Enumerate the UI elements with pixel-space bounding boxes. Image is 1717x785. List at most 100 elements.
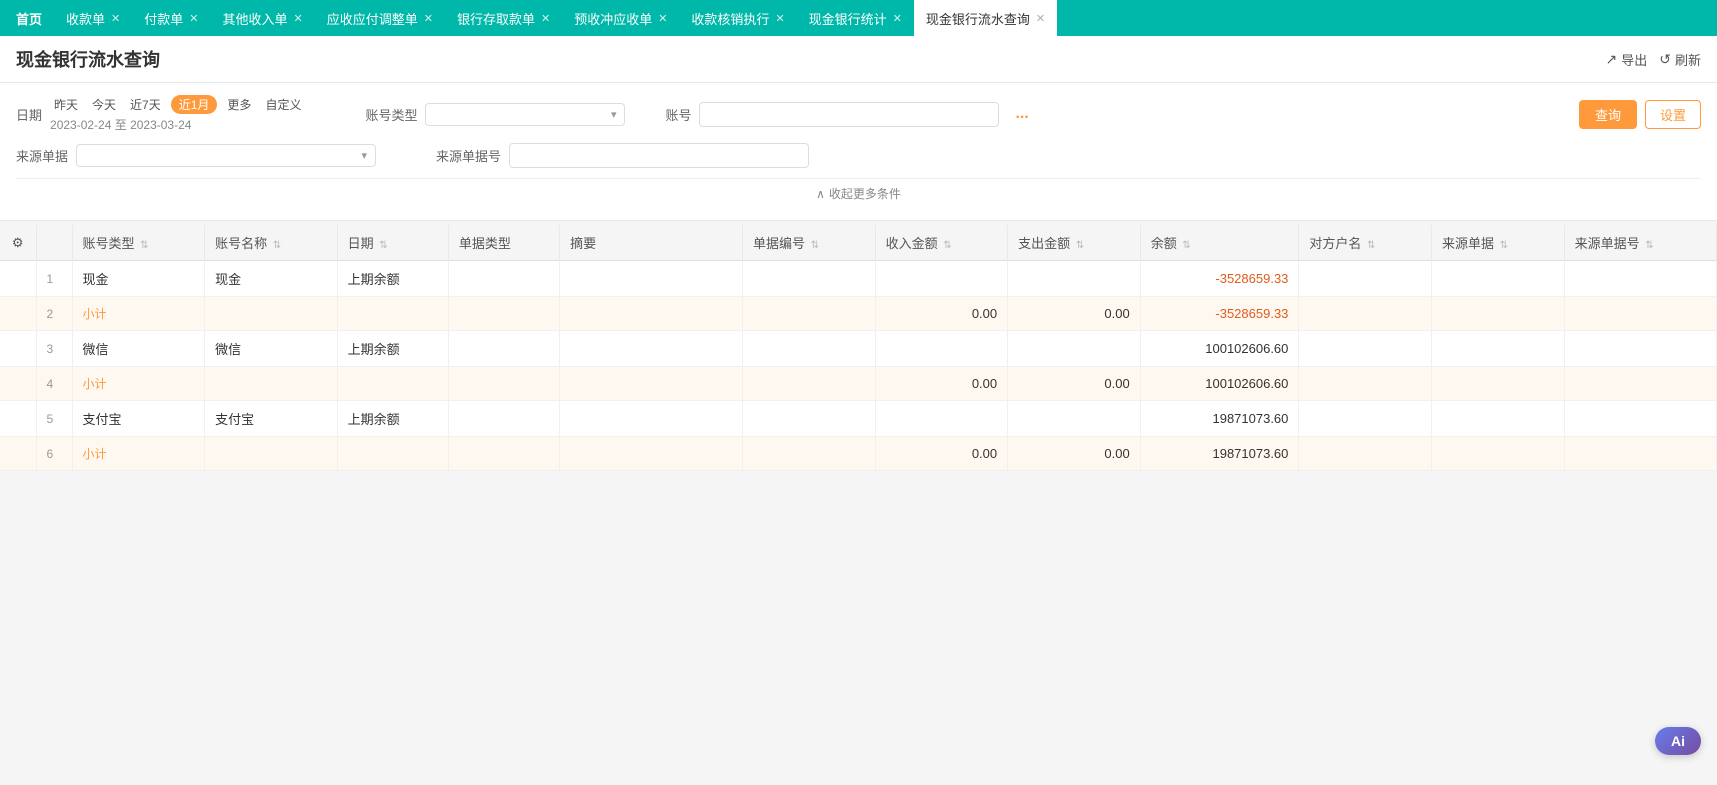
- export-button[interactable]: ↗ 导出: [1606, 50, 1648, 69]
- nav-tab-cash-bank-stat[interactable]: 现金银行统计 ✕: [797, 0, 914, 36]
- refresh-button[interactable]: ↺ 刷新: [1659, 50, 1701, 69]
- page-title: 现金银行流水查询: [16, 46, 160, 72]
- date-filter-group: 日期 昨天 今天 近7天 近1月 更多 自定义 2023-02-24 至 202…: [16, 95, 305, 133]
- td-row-num: 5: [36, 401, 72, 437]
- nav-tab-home[interactable]: 首页: [4, 0, 54, 36]
- td-date: 上期余额: [337, 401, 448, 437]
- th-balance[interactable]: 余额 ⇅: [1140, 225, 1299, 261]
- close-icon[interactable]: ✕: [294, 12, 303, 25]
- nav-tab-receipt[interactable]: 收款单 ✕: [54, 0, 132, 36]
- td-row-num: 1: [36, 261, 72, 297]
- collapse-bar[interactable]: ∧ 收起更多条件: [16, 178, 1701, 208]
- nav-bank-deposit-label: 银行存取款单: [457, 9, 535, 28]
- td-source-doc: [1431, 331, 1564, 367]
- query-button[interactable]: 查询: [1579, 100, 1637, 129]
- date-shortcut-week[interactable]: 近7天: [126, 95, 165, 114]
- account-type-select[interactable]: ▾: [425, 103, 625, 126]
- nav-cash-bank-flow-label: 现金银行流水查询: [926, 9, 1030, 28]
- nav-tab-cash-bank-flow[interactable]: 现金银行流水查询 ✕: [914, 0, 1057, 36]
- close-icon[interactable]: ✕: [1036, 12, 1045, 25]
- account-input[interactable]: [699, 102, 999, 127]
- td-source-doc-no: [1564, 297, 1716, 331]
- th-source-doc[interactable]: 来源单据 ⇅: [1431, 225, 1564, 261]
- nav-tab-collection-exec[interactable]: 收款核销执行 ✕: [679, 0, 796, 36]
- table-row[interactable]: 1 现金 现金 上期余额 -3528659.33: [0, 261, 1717, 297]
- table-header-row: ⚙ 账号类型 ⇅ 账号名称 ⇅ 日期 ⇅ 单据类型 摘要 单据编号 ⇅ 收入金额…: [0, 225, 1717, 261]
- settings-button[interactable]: 设置: [1645, 100, 1701, 129]
- td-doc-no: [742, 297, 875, 331]
- th-row-num: [36, 225, 72, 261]
- table-row[interactable]: 6 小计 0.00 0.00 19871073.60: [0, 437, 1717, 471]
- table-row[interactable]: 5 支付宝 支付宝 上期余额 19871073.60: [0, 401, 1717, 437]
- refresh-label: 刷新: [1675, 50, 1701, 69]
- td-summary: [560, 367, 743, 401]
- close-icon[interactable]: ✕: [775, 12, 784, 25]
- td-summary: [560, 437, 743, 471]
- collapse-label: 收起更多条件: [829, 185, 901, 202]
- th-source-doc-no[interactable]: 来源单据号 ⇅: [1564, 225, 1716, 261]
- ai-badge[interactable]: Ai: [1655, 727, 1701, 755]
- close-icon[interactable]: ✕: [111, 12, 120, 25]
- filter-area: 日期 昨天 今天 近7天 近1月 更多 自定义 2023-02-24 至 202…: [0, 83, 1717, 221]
- td-balance: 100102606.60: [1140, 367, 1299, 401]
- close-icon[interactable]: ✕: [424, 12, 433, 25]
- table-row[interactable]: 2 小计 0.00 0.00 -3528659.33: [0, 297, 1717, 331]
- td-doc-no: [742, 437, 875, 471]
- td-source-doc: [1431, 437, 1564, 471]
- nav-tab-other-income[interactable]: 其他收入单 ✕: [210, 0, 314, 36]
- source-doc-no-label: 来源单据号: [436, 146, 501, 165]
- close-icon[interactable]: ✕: [658, 12, 667, 25]
- nav-home-label: 首页: [16, 9, 42, 28]
- table-row[interactable]: 3 微信 微信 上期余额 100102606.60: [0, 331, 1717, 367]
- source-doc-no-input[interactable]: [509, 143, 809, 168]
- td-summary: [560, 261, 743, 297]
- source-doc-filter-group: 来源单据 ▾: [16, 144, 376, 167]
- date-shortcut-custom[interactable]: 自定义: [261, 95, 305, 114]
- nav-collection-exec-label: 收款核销执行: [691, 9, 769, 28]
- close-icon[interactable]: ✕: [893, 12, 902, 25]
- date-shortcut-month[interactable]: 近1月: [171, 95, 218, 114]
- table-row[interactable]: 4 小计 0.00 0.00 100102606.60: [0, 367, 1717, 401]
- td-income: 0.00: [875, 367, 1008, 401]
- th-counterparty[interactable]: 对方户名 ⇅: [1299, 225, 1432, 261]
- th-account-name[interactable]: 账号名称 ⇅: [205, 225, 338, 261]
- nav-tab-pre-offset[interactable]: 预收冲应收单 ✕: [562, 0, 679, 36]
- td-counterparty: [1299, 297, 1432, 331]
- close-icon[interactable]: ✕: [541, 12, 550, 25]
- date-shortcut-yesterday[interactable]: 昨天: [50, 95, 82, 114]
- source-doc-select[interactable]: ▾: [76, 144, 376, 167]
- th-expense[interactable]: 支出金额 ⇅: [1008, 225, 1141, 261]
- td-account-name: [205, 367, 338, 401]
- th-doc-no[interactable]: 单据编号 ⇅: [742, 225, 875, 261]
- td-doc-type: [448, 401, 559, 437]
- nav-tab-payment[interactable]: 付款单 ✕: [132, 0, 210, 36]
- th-account-type[interactable]: 账号类型 ⇅: [72, 225, 205, 261]
- source-doc-label: 来源单据: [16, 146, 68, 165]
- td-date: [337, 367, 448, 401]
- th-income[interactable]: 收入金额 ⇅: [875, 225, 1008, 261]
- source-doc-no-filter-group: 来源单据号: [436, 143, 809, 168]
- td-account-name: [205, 437, 338, 471]
- date-shortcut-more[interactable]: 更多: [223, 95, 255, 114]
- td-source-doc-no: [1564, 331, 1716, 367]
- td-expense: [1008, 261, 1141, 297]
- th-date[interactable]: 日期 ⇅: [337, 225, 448, 261]
- nav-tab-ar-adjust[interactable]: 应收应付调整单 ✕: [315, 0, 445, 36]
- date-shortcut-today[interactable]: 今天: [88, 95, 120, 114]
- th-summary: 摘要: [560, 225, 743, 261]
- td-gear: [0, 331, 36, 367]
- td-expense: [1008, 401, 1141, 437]
- td-source-doc: [1431, 297, 1564, 331]
- td-balance: -3528659.33: [1140, 261, 1299, 297]
- td-balance: -3528659.33: [1140, 297, 1299, 331]
- td-account-type: 小计: [72, 367, 205, 401]
- td-account-type: 支付宝: [72, 401, 205, 437]
- account-type-label: 账号类型: [365, 105, 417, 124]
- nav-tab-bank-deposit[interactable]: 银行存取款单 ✕: [445, 0, 562, 36]
- td-row-num: 4: [36, 367, 72, 401]
- td-gear: [0, 297, 36, 331]
- td-income: [875, 261, 1008, 297]
- th-gear[interactable]: ⚙: [0, 225, 36, 261]
- dots-button[interactable]: ...: [1015, 105, 1028, 123]
- close-icon[interactable]: ✕: [189, 12, 198, 25]
